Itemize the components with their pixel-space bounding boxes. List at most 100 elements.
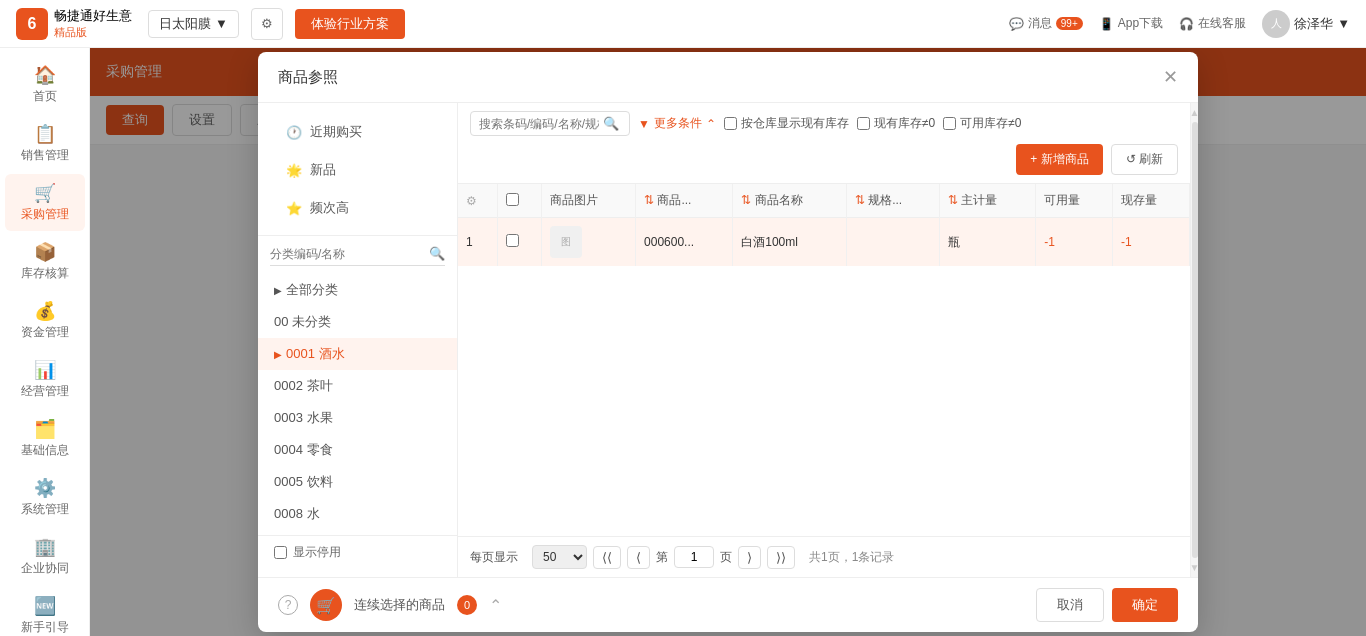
table-head: ⚙ 商品图片 ⇅ 商品...	[458, 184, 1190, 218]
col-code-header[interactable]: ⇅ 商品...	[636, 184, 733, 218]
category-search-input[interactable]	[270, 247, 425, 261]
new-products-item[interactable]: 🌟 新品	[270, 153, 445, 187]
category-item-0008[interactable]: 0008 水	[258, 498, 457, 530]
scroll-track: ▲ ▼	[1191, 103, 1198, 577]
product-table: ⚙ 商品图片 ⇅ 商品...	[458, 184, 1190, 266]
product-search-input[interactable]	[479, 117, 599, 131]
service-label: 在线客服	[1198, 15, 1246, 32]
main-layout: 🏠 首页📋 销售管理🛒 采购管理📦 库存核算💰 资金管理📊 经营管理🗂️ 基础信…	[0, 48, 1366, 636]
scroll-up-arrow[interactable]: ▲	[1190, 107, 1200, 118]
new-label: 新品	[310, 161, 336, 179]
product-image-thumb: 图	[550, 226, 582, 258]
app-icon: 📱	[1099, 17, 1114, 31]
first-page-button[interactable]: ⟨⟨	[593, 546, 621, 569]
row-available: -1	[1036, 218, 1113, 267]
sidebar-item-purchase[interactable]: 🛒 采购管理	[5, 174, 85, 231]
col-name-header[interactable]: ⇅ 商品名称	[733, 184, 847, 218]
headset-icon: 🎧	[1179, 17, 1194, 31]
col-code-label: 商品...	[657, 193, 691, 207]
col-gear[interactable]: ⚙	[458, 184, 498, 218]
category-item-0005[interactable]: 0005 饮料	[258, 466, 457, 498]
next-page-button[interactable]: ⟩	[738, 546, 761, 569]
sidebar-label-inventory: 库存核算	[9, 265, 81, 282]
row-checkbox[interactable]	[498, 218, 541, 267]
sidebar-item-system[interactable]: ⚙️ 系统管理	[5, 469, 85, 526]
col-code-sort-icon: ⇅	[644, 193, 654, 207]
available-stock-checkbox[interactable]	[943, 117, 956, 130]
cancel-button[interactable]: 取消	[1036, 588, 1104, 622]
freq-icon: ⭐	[286, 201, 302, 216]
recent-purchases-item[interactable]: 🕐 近期购买	[270, 115, 445, 149]
help-icon[interactable]: ?	[278, 595, 298, 615]
freq-label: 频次高	[310, 199, 349, 217]
sidebar-item-inventory[interactable]: 📦 库存核算	[5, 233, 85, 290]
sidebar-label-sales: 销售管理	[9, 147, 81, 164]
category-item-00[interactable]: 00 未分类	[258, 306, 457, 338]
show-by-warehouse-label[interactable]: 按仓库显示现有库存	[724, 115, 849, 132]
logo-title: 畅捷通好生意	[54, 7, 132, 25]
more-filter-button[interactable]: ▼ 更多条件 ⌃	[638, 115, 716, 132]
cat-search-icon[interactable]: 🔍	[429, 246, 445, 261]
sidebar-item-home[interactable]: 🏠 首页	[5, 56, 85, 113]
page-input[interactable]	[674, 546, 714, 568]
trial-button[interactable]: 体验行业方案	[295, 9, 405, 39]
category-list: ▶ 全部分类00 未分类▶ 0001 酒水0002 茶叶0003 水果0004 …	[258, 270, 457, 535]
col-stock-label: 现存量	[1121, 193, 1157, 207]
col-img-label: 商品图片	[550, 193, 598, 207]
divider	[258, 235, 457, 236]
sidebar-icon-guide: 🆕	[9, 595, 81, 617]
table-row[interactable]: 1 图 000600... 白酒100ml 瓶	[458, 218, 1190, 267]
add-product-button[interactable]: + 新增商品	[1016, 144, 1102, 175]
col-spec-label: 规格...	[868, 193, 902, 207]
category-item-0003[interactable]: 0003 水果	[258, 402, 457, 434]
sidebar-item-basic[interactable]: 🗂️ 基础信息	[5, 410, 85, 467]
sidebar-item-finance[interactable]: 💰 资金管理	[5, 292, 85, 349]
scroll-thumb[interactable]	[1192, 122, 1198, 558]
modal-title: 商品参照	[278, 68, 338, 87]
modal-close-button[interactable]: ✕	[1163, 66, 1178, 88]
sidebar: 🏠 首页📋 销售管理🛒 采购管理📦 库存核算💰 资金管理📊 经营管理🗂️ 基础信…	[0, 48, 90, 636]
available-stock-label[interactable]: 可用库存≠0	[943, 115, 1021, 132]
message-nav-item[interactable]: 💬 消息 99+	[1009, 15, 1083, 32]
prev-page-button[interactable]: ⟨	[627, 546, 650, 569]
category-item-0004[interactable]: 0004 零食	[258, 434, 457, 466]
settings-button[interactable]: ⚙	[251, 8, 283, 40]
existing-stock-label[interactable]: 现有库存≠0	[857, 115, 935, 132]
per-page-select[interactable]: 50 10 20 100	[532, 545, 587, 569]
col-unit-header[interactable]: ⇅ 主计量	[940, 184, 1036, 218]
search-icon[interactable]: 🔍	[603, 116, 619, 131]
sidebar-item-guide[interactable]: 🆕 新手引导	[5, 587, 85, 636]
existing-stock-checkbox[interactable]	[857, 117, 870, 130]
store-selector[interactable]: 日太阳膜 ▼	[148, 10, 239, 38]
app-download-item[interactable]: 📱 App下载	[1099, 15, 1163, 32]
category-item-0002[interactable]: 0002 茶叶	[258, 370, 457, 402]
refresh-product-button[interactable]: ↺ 刷新	[1111, 144, 1178, 175]
category-item-0001[interactable]: ▶ 0001 酒水	[258, 338, 457, 370]
table-header-row: ⚙ 商品图片 ⇅ 商品...	[458, 184, 1190, 218]
frequent-item[interactable]: ⭐ 频次高	[270, 191, 445, 225]
sidebar-item-enterprise[interactable]: 🏢 企业协同	[5, 528, 85, 585]
online-service-item[interactable]: 🎧 在线客服	[1179, 15, 1246, 32]
right-scrollbar[interactable]: ▲ ▼	[1190, 103, 1198, 577]
user-info[interactable]: 人 徐泽华 ▼	[1262, 10, 1350, 38]
collapse-footer-button[interactable]: ⌃	[489, 596, 502, 615]
sidebar-icon-home: 🏠	[9, 64, 81, 86]
col-spec-header[interactable]: ⇅ 规格...	[846, 184, 939, 218]
col-unit-sort-icon: ⇅	[948, 193, 958, 207]
display-disabled-checkbox[interactable]	[274, 546, 287, 559]
logo-icon: 6	[16, 8, 48, 40]
show-by-warehouse-checkbox[interactable]	[724, 117, 737, 130]
sidebar-item-sales[interactable]: 📋 销售管理	[5, 115, 85, 172]
scroll-down-arrow[interactable]: ▼	[1190, 562, 1200, 573]
logo-subtitle: 精品版	[54, 25, 132, 40]
show-by-warehouse-text: 按仓库显示现有库存	[741, 115, 849, 132]
category-item-all[interactable]: ▶ 全部分类	[258, 274, 457, 306]
table-gear-icon[interactable]: ⚙	[466, 194, 477, 208]
col-checkbox[interactable]	[498, 184, 541, 218]
last-page-button[interactable]: ⟩⟩	[767, 546, 795, 569]
per-page-label: 每页显示	[470, 549, 518, 566]
sidebar-item-operation[interactable]: 📊 经营管理	[5, 351, 85, 408]
select-all-checkbox[interactable]	[506, 193, 519, 206]
left-panel-top: 🕐 近期购买 🌟 新品 ⭐ 频次高	[258, 111, 457, 229]
confirm-button[interactable]: 确定	[1112, 588, 1178, 622]
